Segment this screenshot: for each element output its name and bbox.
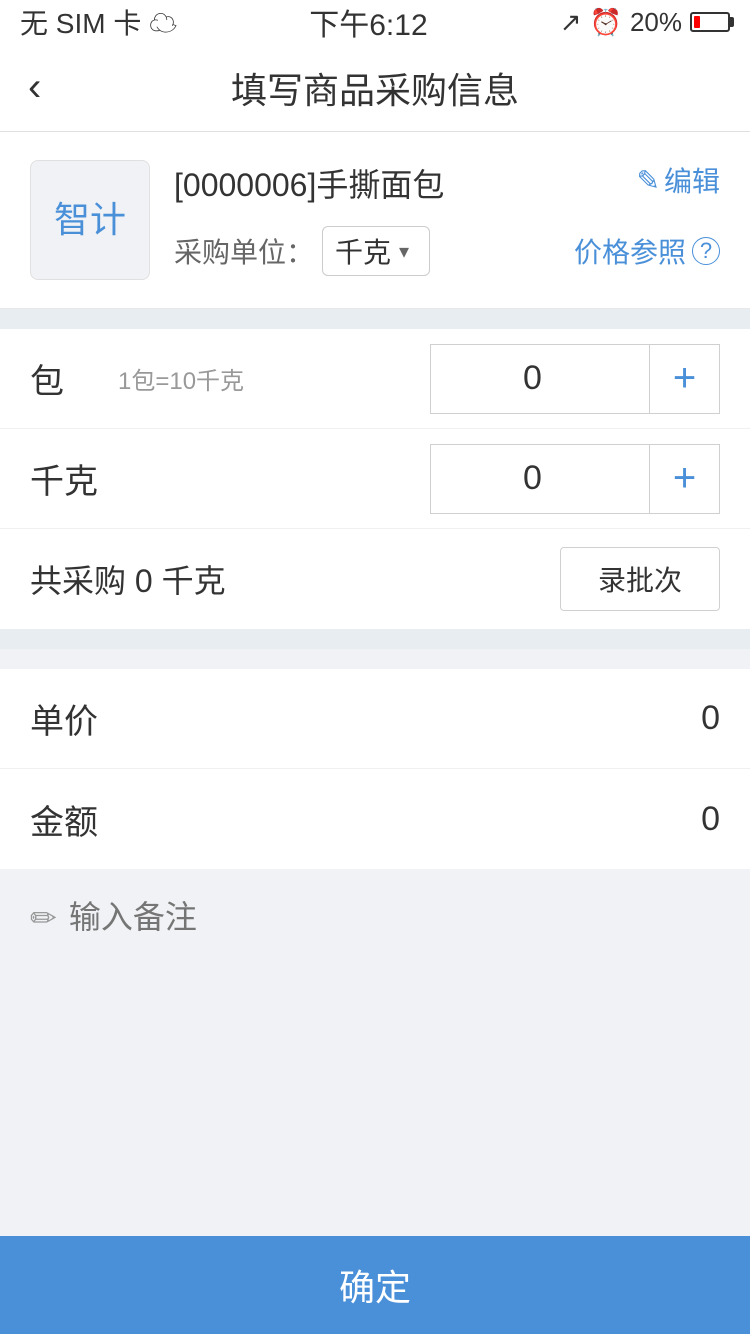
nav-bar: ‹ 填写商品采购信息 (0, 44, 750, 132)
qty-input-kg[interactable] (430, 444, 650, 514)
price-reference-button[interactable]: 价格参照 ? (574, 231, 720, 271)
edit-button[interactable]: ✎ 编辑 (637, 160, 720, 200)
price-row-amount: 金额 0 (0, 769, 750, 869)
battery-percent: 20% (630, 7, 682, 38)
product-info: [0000006]手撕面包 ✎ 编辑 采购单位： 千克 ▾ 价格参照 ? (174, 160, 720, 276)
price-section: 单价 0 金额 0 (0, 669, 750, 869)
total-label: 共采购 (30, 563, 126, 599)
input-row-bao: 包 1包=10千克 + (0, 329, 750, 429)
alarm-icon: ⏰ (590, 7, 622, 38)
dropdown-arrow-icon: ▾ (399, 239, 409, 264)
unit-prefix: 采购单位： (174, 231, 314, 271)
page-title: 填写商品采购信息 (231, 62, 519, 114)
product-logo: 智计 (54, 198, 126, 241)
status-right: ↗ ⏰ 20% (560, 7, 730, 38)
location-icon: ↗ (560, 7, 582, 38)
confirm-button[interactable]: 确定 (0, 1236, 750, 1334)
input-section: 包 1包=10千克 + 千克 + (0, 329, 750, 529)
qty-input-bao[interactable] (430, 344, 650, 414)
edit-icon: ✎ (637, 164, 660, 197)
unit-price-label: 单价 (30, 694, 98, 743)
product-thumbnail: 智计 (30, 160, 150, 280)
product-name: [0000006]手撕面包 (174, 160, 444, 206)
remark-section: ✏ (0, 869, 750, 969)
battery-icon (690, 12, 730, 32)
input-label-kg: 千克 (30, 454, 110, 503)
total-unit: 千克 (162, 563, 226, 599)
edit-label: 编辑 (664, 160, 720, 200)
amount-label: 金额 (30, 795, 98, 844)
status-time: 下午6:12 (309, 0, 427, 44)
unit-price-value: 0 (701, 699, 720, 738)
input-row-kg: 千克 + (0, 429, 750, 529)
section-divider-1 (0, 309, 750, 329)
sim-label: 无 SIM 卡 ☁ (20, 2, 177, 42)
status-bar: 无 SIM 卡 ☁ 下午6:12 ↗ ⏰ 20% (0, 0, 750, 44)
price-ref-label: 价格参照 (574, 231, 686, 271)
help-icon: ? (692, 237, 720, 265)
plus-button-bao[interactable]: + (650, 344, 720, 414)
pencil-icon: ✏ (30, 899, 57, 937)
batch-button[interactable]: 录批次 (560, 547, 720, 611)
back-button[interactable]: ‹ (28, 65, 41, 110)
input-label-bao: 包 (30, 354, 110, 403)
product-name-row: [0000006]手撕面包 ✎ 编辑 (174, 160, 720, 206)
unit-value: 千克 (335, 231, 391, 271)
total-amount: 0 (135, 563, 162, 599)
amount-value: 0 (701, 800, 720, 839)
input-controls-kg: + (430, 444, 720, 514)
plus-button-kg[interactable]: + (650, 444, 720, 514)
status-left: 无 SIM 卡 ☁ (20, 2, 177, 42)
unit-row: 采购单位： 千克 ▾ 价格参照 ? (174, 226, 720, 276)
total-text: 共采购 0 千克 (30, 556, 226, 602)
product-card: 智计 [0000006]手撕面包 ✎ 编辑 采购单位： 千克 ▾ 价格参照 ? (0, 132, 750, 309)
unit-selector[interactable]: 千克 ▾ (322, 226, 430, 276)
input-controls-bao: + (430, 344, 720, 414)
price-row-unit: 单价 0 (0, 669, 750, 769)
input-sublabel-bao: 1包=10千克 (118, 361, 430, 396)
section-divider-2 (0, 629, 750, 649)
total-row: 共采购 0 千克 录批次 (0, 529, 750, 629)
remark-input[interactable] (69, 899, 720, 936)
